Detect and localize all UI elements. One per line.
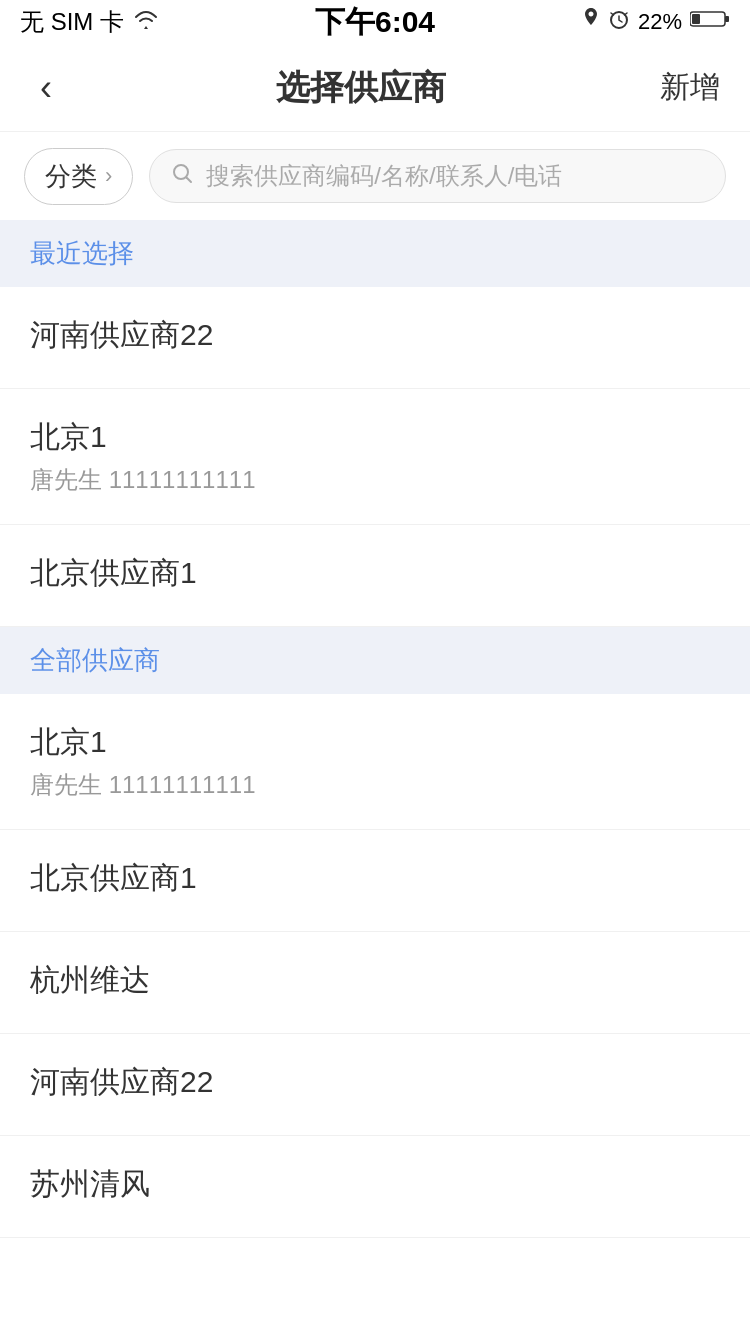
all-section-label: 全部供应商: [30, 645, 160, 675]
all-section-header: 全部供应商: [0, 627, 750, 694]
recent-section-label: 最近选择: [30, 238, 134, 268]
filter-bar: 分类 ›: [0, 132, 750, 220]
item-contact: 唐先生 11111111111: [30, 464, 720, 496]
item-contact: 唐先生 11111111111: [30, 769, 720, 801]
list-item[interactable]: 河南供应商22: [0, 287, 750, 389]
item-name: 北京1: [30, 722, 720, 763]
item-name: 北京供应商1: [30, 858, 720, 899]
item-name: 河南供应商22: [30, 315, 720, 356]
page-title: 选择供应商: [276, 65, 446, 111]
list-item[interactable]: 河南供应商22: [0, 1034, 750, 1136]
category-label: 分类: [45, 159, 97, 194]
list-item[interactable]: 苏州清风: [0, 1136, 750, 1238]
item-name: 苏州清风: [30, 1164, 720, 1205]
search-icon: [170, 160, 194, 192]
search-input[interactable]: [206, 162, 705, 190]
alarm-icon: [608, 8, 630, 36]
list-item[interactable]: 北京供应商1: [0, 830, 750, 932]
item-name: 杭州维达: [30, 960, 720, 1001]
wifi-icon: [132, 8, 160, 36]
item-name: 北京供应商1: [30, 553, 720, 594]
item-name: 北京1: [30, 417, 720, 458]
add-button[interactable]: 新增: [660, 67, 720, 108]
nav-bar: ‹ 选择供应商 新增: [0, 44, 750, 132]
location-icon: [582, 8, 600, 36]
list-item[interactable]: 北京供应商1: [0, 525, 750, 627]
status-bar: 无 SIM 卡 下午6:04 22%: [0, 0, 750, 44]
status-time: 下午6:04: [315, 2, 435, 43]
svg-rect-3: [692, 14, 700, 24]
chevron-right-icon: ›: [105, 163, 112, 189]
recent-items-list: 河南供应商22 北京1 唐先生 11111111111 北京供应商1: [0, 287, 750, 627]
list-item[interactable]: 北京1 唐先生 11111111111: [0, 389, 750, 525]
svg-rect-2: [725, 16, 729, 22]
carrier-text: 无 SIM 卡: [20, 6, 124, 38]
status-left: 无 SIM 卡: [20, 6, 160, 38]
back-button[interactable]: ‹: [30, 57, 62, 119]
recent-section-header: 最近选择: [0, 220, 750, 287]
category-button[interactable]: 分类 ›: [24, 148, 133, 205]
battery-icon: [690, 9, 730, 35]
battery-text: 22%: [638, 9, 682, 35]
status-right: 22%: [582, 8, 730, 36]
item-name: 河南供应商22: [30, 1062, 720, 1103]
list-item[interactable]: 北京1 唐先生 11111111111: [0, 694, 750, 830]
search-box: [149, 149, 726, 203]
list-item[interactable]: 杭州维达: [0, 932, 750, 1034]
all-items-list: 北京1 唐先生 11111111111 北京供应商1 杭州维达河南供应商22 苏州清风: [0, 694, 750, 1238]
